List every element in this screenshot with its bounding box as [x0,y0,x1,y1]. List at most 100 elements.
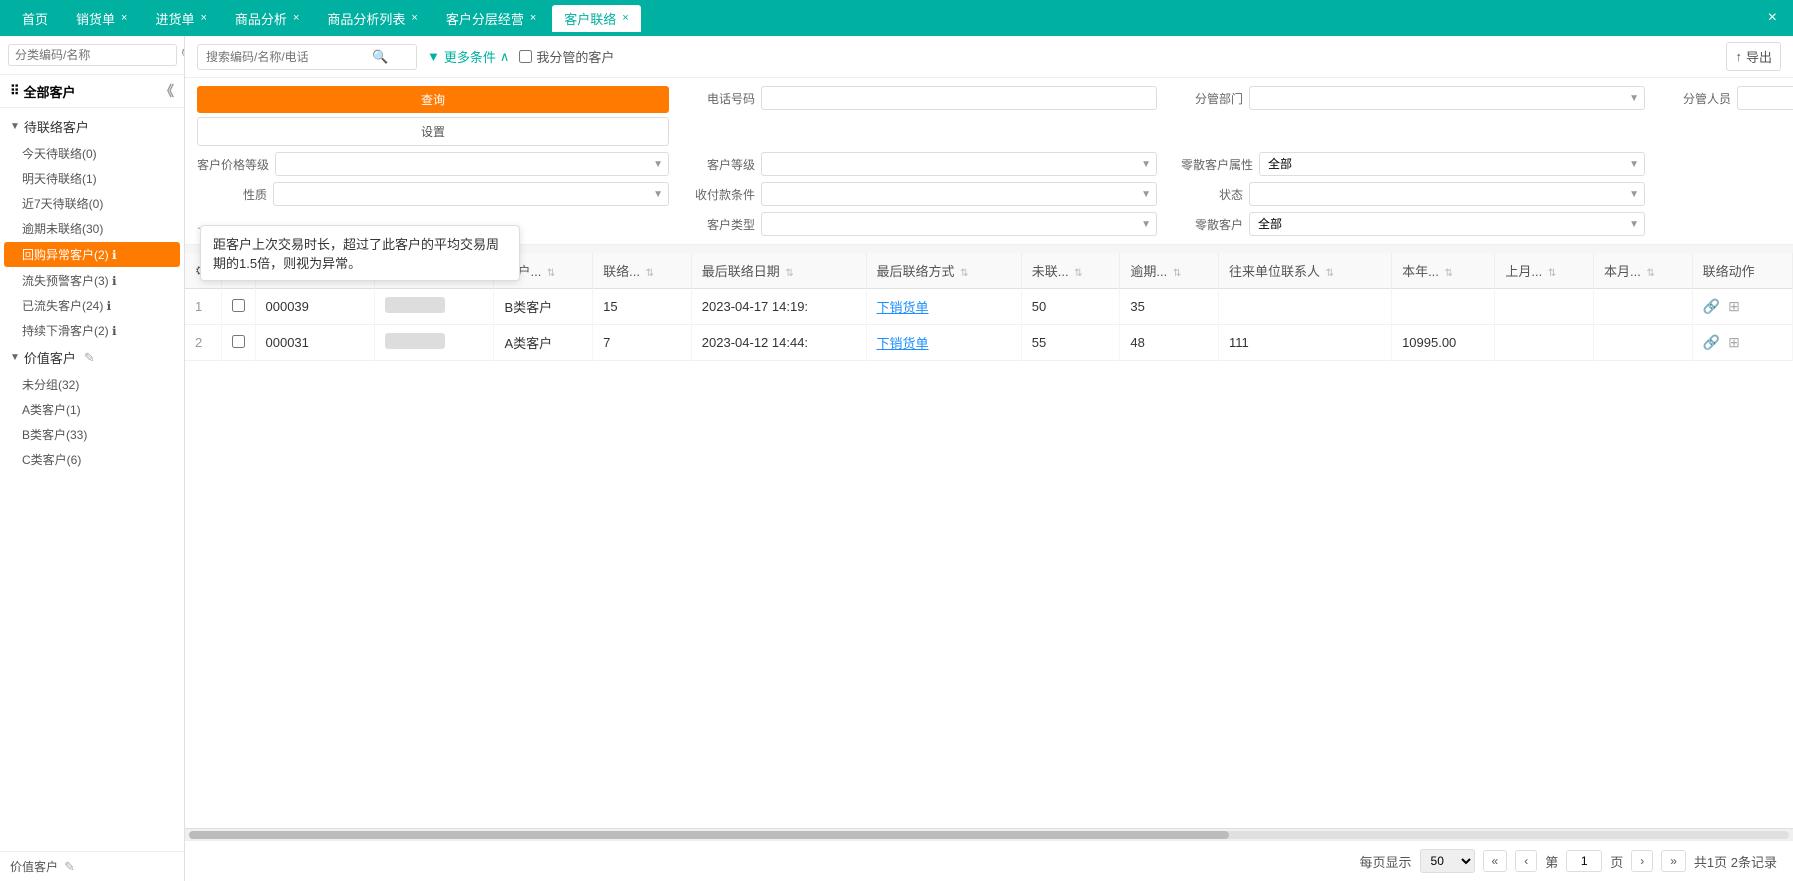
first-page-button[interactable]: « [1483,850,1508,872]
col-overdue[interactable]: 逾期... ⇅ [1120,253,1219,289]
row-1-actions: 🔗 ⊞ [1692,289,1792,325]
filter-row-2: 客户价格等级 ▼ 客户等级 ▼ 零散客户属性 [197,152,1781,176]
sidebar-item-today[interactable]: 今天待联络(0) [0,141,184,166]
nav-tab-customer-contact[interactable]: 客户联络 × [552,5,640,32]
horizontal-scrollbar[interactable] [185,828,1793,840]
status-select[interactable] [1249,182,1645,206]
filter-customer-level: 客户等级 ▼ [685,152,1157,176]
page-number-input[interactable] [1566,850,1602,872]
close-purchase-tab[interactable]: × [200,12,206,24]
filter-manager: 分管人员 … [1661,86,1781,110]
row-2-view-icon[interactable]: 🔗 [1703,334,1720,351]
close-analysis-tab[interactable]: × [293,12,299,24]
search-icon[interactable]: 🔍 [372,49,388,65]
row-1-name [374,289,493,325]
chevron-up-icon: ∧ [500,49,510,65]
sidebar-item-class-b[interactable]: B类客户(33) [0,422,184,447]
sidebar-item-abnormal-repurchase[interactable]: 回购异常客户(2) ℹ [4,242,180,267]
my-customers-checkbox[interactable] [519,50,532,63]
sidebar-item-churned[interactable]: 已流失客户(24) ℹ [0,293,184,318]
scroll-track[interactable] [189,831,1789,839]
close-customer-mgmt-tab[interactable]: × [530,12,536,24]
sidebar-item-class-c[interactable]: C类客户(6) [0,447,184,472]
row-1-last-contact-date: 2023-04-17 14:19: [691,289,866,325]
row-2-select[interactable] [232,335,245,348]
row-1-uncontacted: 50 [1021,289,1120,325]
total-pages-label: 页 [1610,852,1623,871]
nav-tab-sales[interactable]: 销货单 × [64,5,139,32]
per-page-select[interactable]: 50 20 100 [1420,849,1475,873]
row-2-more-icon[interactable]: ⊞ [1728,334,1740,351]
page-label: 第 [1545,852,1558,871]
pagination-bar: 每页显示 50 20 100 « ‹ 第 页 › » 共1页 2条记录 [185,840,1793,881]
edit-icon[interactable]: ✎ [84,350,95,366]
row-2-code: 000031 [255,325,374,361]
settings-button[interactable]: 设置 [197,117,669,146]
query-button[interactable]: 查询 [197,86,669,113]
sidebar-collapse-button[interactable]: 《 [160,81,174,101]
col-last-contact-date[interactable]: 最后联络日期 ⇅ [691,253,866,289]
scroll-thumb[interactable] [189,831,1229,839]
col-last-contact-method[interactable]: 最后联络方式 ⇅ [866,253,1021,289]
row-1-view-icon[interactable]: 🔗 [1703,298,1720,315]
data-table-wrapper[interactable]: ⚙ 客户编码 ⇅ 客户名称 ⇅ 客户... ⇅ 联络... ⇅ 最后联络日期 ⇅… [185,253,1793,828]
retail-customer-select[interactable]: 全部 [1249,212,1645,236]
close-analysis-list-tab[interactable]: × [411,12,417,24]
customer-level-select[interactable] [761,152,1157,176]
department-select[interactable] [1249,86,1645,110]
next-page-button[interactable]: › [1631,850,1653,872]
sidebar-item-7days[interactable]: 近7天待联络(0) [0,191,184,216]
filter-price-level: 客户价格等级 ▼ [197,152,669,176]
sidebar-item-tomorrow[interactable]: 明天待联络(1) [0,166,184,191]
nav-tab-analysis-list[interactable]: 商品分析列表 × [315,5,429,32]
row-2-contact-person: 111 [1219,325,1392,361]
col-contact-person[interactable]: 往来单位联系人 ⇅ [1219,253,1392,289]
sidebar-search-input[interactable] [8,44,177,66]
col-last-month[interactable]: 上月... ⇅ [1495,253,1594,289]
nature-select[interactable] [273,182,669,206]
col-contact-count[interactable]: 联络... ⇅ [593,253,692,289]
close-sales-tab[interactable]: × [121,12,127,24]
sidebar-item-class-a[interactable]: A类客户(1) [0,397,184,422]
nav-tab-customer-management[interactable]: 客户分层经营 × [434,5,548,32]
per-page-label: 每页显示 [1360,852,1412,871]
row-2-last-contact-method[interactable]: 下销货单 [866,325,1021,361]
row-1-last-contact-method[interactable]: 下销货单 [866,289,1021,325]
arrow-down-icon-2: ▼ [10,352,20,363]
sidebar-item-churn-warning[interactable]: 流失预警客户(3) ℹ [0,268,184,293]
payment-select[interactable] [761,182,1157,206]
nav-tab-home[interactable]: 首页 [10,5,60,32]
sidebar-item-declining[interactable]: 持续下滑客户(2) ℹ [0,318,184,343]
nav-tab-analysis[interactable]: 商品分析 × [223,5,311,32]
row-1-select[interactable] [232,299,245,312]
sidebar-bottom-edit-icon[interactable]: ✎ [64,859,75,875]
close-customer-contact-tab[interactable]: × [622,12,628,24]
customer-search-input[interactable] [206,50,366,64]
row-1-more-icon[interactable]: ⊞ [1728,298,1740,315]
col-this-month[interactable]: 本月... ⇅ [1594,253,1693,289]
row-1-code: 000039 [255,289,374,325]
customer-type-select[interactable] [761,212,1157,236]
nav-tab-purchase[interactable]: 进货单 × [143,5,218,32]
row-1-checkbox [221,289,255,325]
col-uncontacted[interactable]: 未联... ⇅ [1021,253,1120,289]
sidebar-group-value[interactable]: ▼ 价值客户 ✎ [0,343,184,372]
row-1-link[interactable]: 下销货单 [877,300,929,315]
row-2-link[interactable]: 下销货单 [877,336,929,351]
row-1-last-month [1495,289,1594,325]
phone-input[interactable] [761,86,1157,110]
prev-page-button[interactable]: ‹ [1515,850,1537,872]
last-page-button[interactable]: » [1661,850,1686,872]
col-this-year[interactable]: 本年... ⇅ [1392,253,1495,289]
table-row: 1 000039 B类客户 15 2023-04-17 14:19: 下销货单 … [185,289,1793,325]
export-button[interactable]: ↑ 导出 [1726,42,1781,71]
row-2-last-month [1495,325,1594,361]
sidebar-item-unclassified[interactable]: 未分组(32) [0,372,184,397]
retail-attr-select[interactable]: 全部 [1259,152,1645,176]
sidebar-group-pending[interactable]: ▼ 待联络客户 [0,112,184,141]
sidebar-item-overdue[interactable]: 逾期未联络(30) [0,216,184,241]
price-level-select[interactable] [275,152,669,176]
window-close-button[interactable]: × [1762,7,1783,29]
manager-input[interactable] [1737,86,1793,110]
more-conditions-button[interactable]: ▼ 更多条件 ∧ [427,47,509,66]
